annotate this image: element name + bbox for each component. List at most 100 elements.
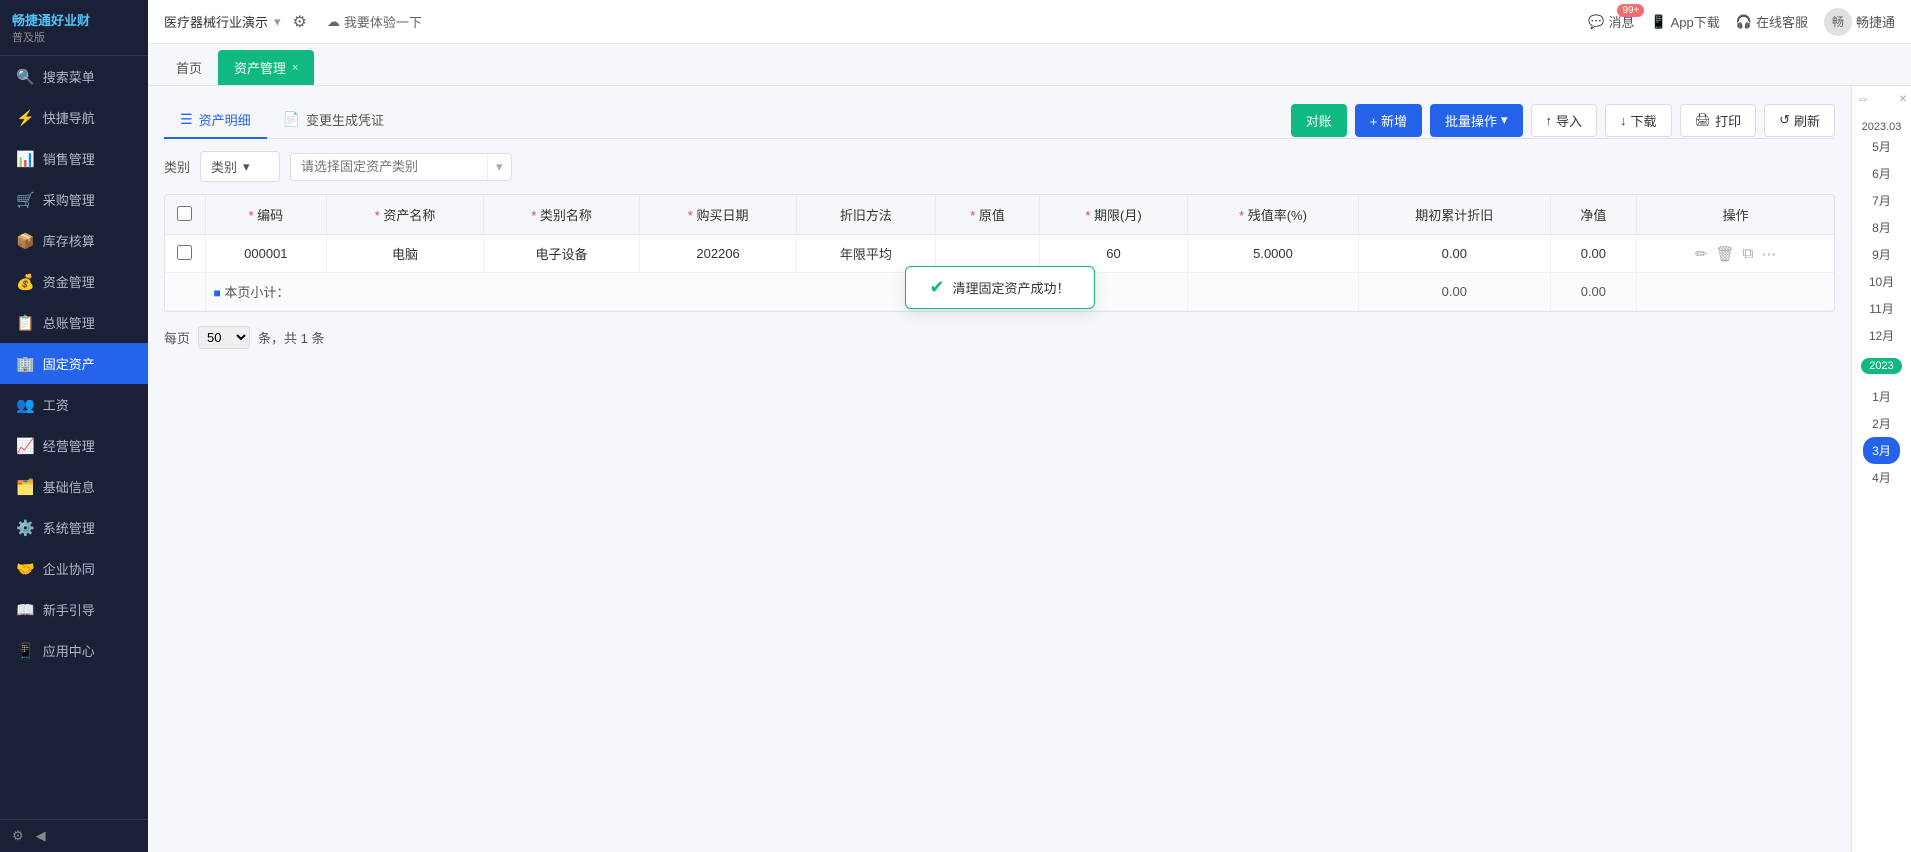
sidebar-item-purchase[interactable]: 🛒采购管理 <box>0 179 148 220</box>
download-btn-icon: ↓ <box>1620 113 1627 128</box>
copy-icon[interactable]: ⧉ <box>1743 245 1754 262</box>
category-type-select[interactable]: 类别 ▾ <box>200 151 280 182</box>
more-icon[interactable]: ⋯ <box>1761 245 1776 263</box>
print-button[interactable]: 🖨 打印 <box>1680 104 1757 137</box>
system-icon: ⚙️ <box>16 519 35 537</box>
sidebar-item-ledger[interactable]: 📋总账管理 <box>0 302 148 343</box>
sidebar-item-enterprise[interactable]: 🤝企业协同 <box>0 548 148 589</box>
timeline-month[interactable]: 4月 <box>1857 464 1905 491</box>
sidebar-item-app-center[interactable]: 📱应用中心 <box>0 630 148 671</box>
category-value-select[interactable]: ▾ <box>290 153 512 181</box>
timeline-month[interactable]: 5月 <box>1857 133 1905 160</box>
header-residual-rate: * 残值率(%) <box>1187 195 1358 235</box>
timeline-month[interactable]: 10月 <box>1857 268 1905 295</box>
category-filter-label: 类别 <box>164 157 190 176</box>
batch-label: 批量操作 <box>1445 111 1497 130</box>
inventory-icon: 📦 <box>16 232 35 250</box>
topbar: 医疗器械行业演示 ▾ ⚙ ☁ 我要体验一下 💬 消息 99+ 📱 App下载 🎧… <box>148 0 1911 44</box>
collapse-icon[interactable]: ◀ <box>36 828 46 844</box>
app-subtitle: 普及版 <box>12 29 45 45</box>
header-depreciation: 折旧方法 <box>796 195 935 235</box>
import-button[interactable]: ↑ 导入 <box>1531 104 1598 137</box>
toast-message: 清理固定资产成功！ <box>953 278 1070 297</box>
experience-btn[interactable]: ☁ 我要体验一下 <box>327 12 422 31</box>
filter-type-text: 类别 <box>211 157 237 176</box>
download-button[interactable]: ↓ 下载 <box>1605 104 1672 137</box>
edit-icon[interactable]: ✏ <box>1695 245 1708 263</box>
timeline-month[interactable]: 3月 <box>1863 437 1899 464</box>
timeline-month[interactable]: 6月 <box>1857 160 1905 187</box>
app-download-label: App下载 <box>1671 12 1720 31</box>
timeline-month[interactable]: 12月 <box>1857 322 1905 349</box>
new-button[interactable]: + 新增 <box>1355 104 1422 137</box>
select-all-checkbox[interactable] <box>177 206 192 221</box>
sub-tab-voucher[interactable]: 📄 变更生成凭证 <box>267 102 400 139</box>
settings-gear-icon[interactable]: ⚙ <box>293 12 307 32</box>
sidebar-item-payroll[interactable]: 👥工资 <box>0 384 148 425</box>
download-label: 下载 <box>1631 111 1657 130</box>
delete-icon[interactable]: 🗑 <box>1716 245 1735 263</box>
company-selector[interactable]: 医疗器械行业演示 ▾ <box>164 12 281 31</box>
timeline-expand-icon[interactable]: ⇔ <box>1856 90 1870 106</box>
row-category: 电子设备 <box>483 235 640 273</box>
reconcile-button[interactable]: 对账 <box>1291 104 1347 137</box>
sidebar-item-guide[interactable]: 📖新手引导 <box>0 589 148 630</box>
filter-type-chevron-icon: ▾ <box>243 159 250 175</box>
timeline-month[interactable]: 11月 <box>1857 295 1905 322</box>
sales-icon: 📊 <box>16 150 35 168</box>
per-page-label: 每页 <box>164 328 190 347</box>
category-input[interactable] <box>291 154 487 179</box>
timeline-month[interactable]: 9月 <box>1857 241 1905 268</box>
tab-home[interactable]: 首页 <box>164 50 214 85</box>
batch-button[interactable]: 批量操作 ▾ <box>1430 104 1523 137</box>
subtotal-net: 0.00 <box>1550 273 1637 311</box>
sidebar-label-sales: 销售管理 <box>43 149 95 168</box>
timeline-panel: × ⇔ 2023.03 5月6月7月8月9月10月11月12月20231月2月3… <box>1851 86 1911 852</box>
sidebar-item-basic-info[interactable]: 🗂️基础信息 <box>0 466 148 507</box>
print-label: 打印 <box>1715 111 1741 130</box>
sidebar-item-quick-nav[interactable]: ⚡快捷导航 <box>0 97 148 138</box>
sidebar-label-system: 系统管理 <box>43 518 95 537</box>
avatar: 畅 <box>1824 8 1852 36</box>
print-icon: 🖨 <box>1695 112 1712 128</box>
sidebar-item-sales[interactable]: 📊 销售管理 <box>0 138 148 179</box>
app-center-icon: 📱 <box>16 642 35 660</box>
sub-tab-asset-detail[interactable]: ☰ 资产明细 <box>164 102 267 139</box>
tab-close-icon[interactable]: × <box>292 62 298 74</box>
sidebar-item-search[interactable]: 🔍搜索菜单 <box>0 56 148 97</box>
timeline-month[interactable]: 8月 <box>1857 214 1905 241</box>
timeline-month[interactable]: 1月 <box>1857 383 1905 410</box>
sidebar-item-inventory[interactable]: 📦库存核算 <box>0 220 148 261</box>
header-checkbox-cell <box>165 195 205 235</box>
combo-arrow-icon[interactable]: ▾ <box>487 154 511 180</box>
avatar-text: 畅 <box>1832 13 1844 30</box>
header-operations: 操作 <box>1637 195 1834 235</box>
sidebar-item-system[interactable]: ⚙️ 系统管理 <box>0 507 148 548</box>
sidebar-label-purchase: 采购管理 <box>43 190 95 209</box>
sidebar-logo: 畅捷通好业财 普及版 <box>0 0 148 56</box>
user-profile[interactable]: 畅 畅捷通 <box>1824 8 1895 36</box>
message-btn[interactable]: 💬 消息 99+ <box>1588 12 1634 31</box>
row-name: 电脑 <box>327 235 484 273</box>
settings-icon[interactable]: ⚙ <box>12 828 24 844</box>
customer-service-btn[interactable]: 🎧 在线客服 <box>1736 12 1808 31</box>
doc-icon: 📄 <box>283 111 300 128</box>
sidebar-label-basic-info: 基础信息 <box>43 477 95 496</box>
table-header: * 编码 * 资产名称 * 类别名称 * 购买日期 折旧方法 * 原值 * 期限… <box>165 195 1834 235</box>
per-page-select[interactable]: 50 100 <box>198 326 250 349</box>
header-period: * 期限(月) <box>1040 195 1188 235</box>
operations-icon: 📈 <box>16 437 35 455</box>
tab-asset-management[interactable]: 资产管理 × <box>218 50 314 85</box>
sidebar-item-fixed-assets[interactable]: 🏢固定资产 <box>0 343 148 384</box>
timeline-month[interactable]: 2月 <box>1857 410 1905 437</box>
row-checkbox[interactable] <box>177 245 192 260</box>
timeline-month[interactable]: 7月 <box>1857 187 1905 214</box>
refresh-button[interactable]: ↺ 刷新 <box>1764 104 1835 137</box>
sidebar-item-capital[interactable]: 💰资金管理 <box>0 261 148 302</box>
subtotal-initial: 0.00 <box>1359 273 1550 311</box>
app-download-btn[interactable]: 📱 App下载 <box>1650 12 1719 31</box>
sidebar-item-operations[interactable]: 📈经营管理 <box>0 425 148 466</box>
timeline-close-icon[interactable]: × <box>1899 90 1907 106</box>
home-tab-label: 首页 <box>176 58 202 77</box>
cloud-icon: ☁ <box>327 14 340 30</box>
